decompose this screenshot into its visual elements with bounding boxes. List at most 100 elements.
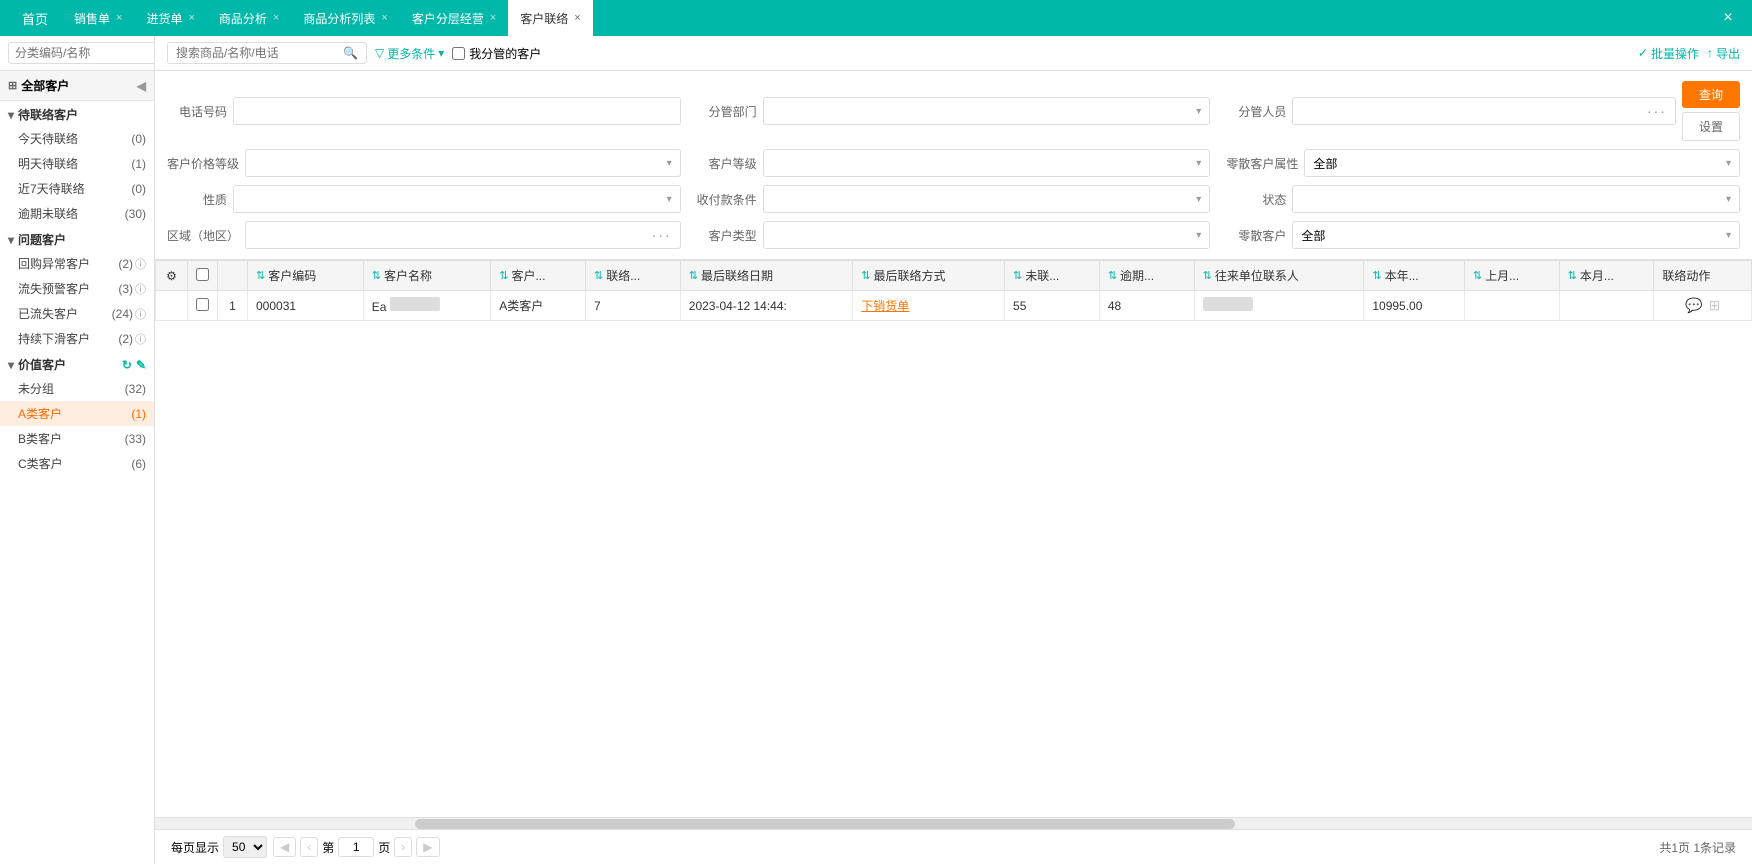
chat-icon[interactable]: 💬 xyxy=(1685,297,1702,314)
filter-input-status[interactable]: ▾ xyxy=(1292,185,1740,213)
filter-input-price-level[interactable]: ▾ xyxy=(245,149,681,177)
nav-item-product-analysis-list[interactable]: 商品分析列表 × xyxy=(291,0,399,36)
sidebar-item-class-a[interactable]: A类客户 (1) xyxy=(0,401,154,426)
sidebar-item-churn-warning[interactable]: 流失预警客户 (3) ⓘ xyxy=(0,276,154,301)
filter-region: 区域（地区） ··· xyxy=(167,221,681,249)
filter-input-manager[interactable]: ··· xyxy=(1292,97,1676,125)
select-all-checkbox[interactable] xyxy=(196,268,209,281)
col-name-sorticon: ⇅ xyxy=(372,269,381,282)
content-area: 🔍 ▽ 更多条件 ▾ 我分管的客户 ✓ 批量操作 ↑ 导出 xyxy=(155,36,1752,864)
refresh-icon[interactable]: ↻ xyxy=(122,358,132,372)
close-purchase-tab[interactable]: × xyxy=(188,12,194,24)
sidebar-item-declining[interactable]: 持续下滑客户 (2) ⓘ xyxy=(0,326,154,351)
sidebar-item-7days[interactable]: 近7天待联络 (0) xyxy=(0,176,154,201)
nav-item-customer-segment[interactable]: 客户分层经营 × xyxy=(400,0,508,36)
filter-payment: 收付款条件 ▾ xyxy=(697,185,1211,213)
masked-name xyxy=(390,297,440,311)
arrow-icon-2: ▾ xyxy=(8,233,14,247)
filter-input-sparse-customer[interactable]: 全部▾ xyxy=(1292,221,1740,249)
edit-icon[interactable]: ✎ xyxy=(136,358,146,372)
row-overdue-cell: 48 xyxy=(1099,291,1194,321)
row-name-cell[interactable]: Ea xyxy=(363,291,490,321)
col-index xyxy=(218,261,248,291)
filter-nature: 性质 ▾ xyxy=(167,185,681,213)
row-checkbox-cell xyxy=(188,291,218,321)
filter-input-nature[interactable]: ▾ xyxy=(233,185,681,213)
more-filter-button[interactable]: ▽ 更多条件 ▾ xyxy=(375,45,444,62)
filter-search-icon[interactable]: 🔍 xyxy=(343,46,358,60)
filter-customer-level: 客户等级 ▾ xyxy=(697,149,1211,177)
pending-contact-section[interactable]: ▾ 待联络客户 xyxy=(0,101,154,126)
scrollbar-thumb[interactable] xyxy=(415,819,1235,829)
per-page-select[interactable]: 50 xyxy=(223,836,267,858)
filter-sparse-customer: 零散客户 全部▾ xyxy=(1226,221,1740,249)
close-sales-tab[interactable]: × xyxy=(116,12,122,24)
collapse-sidebar-icon[interactable]: ◀ xyxy=(137,79,146,93)
first-page-button[interactable]: ◀ xyxy=(273,837,296,857)
sidebar-item-churned[interactable]: 已流失客户 (24) ⓘ xyxy=(0,301,154,326)
sidebar-item-class-c[interactable]: C类客户 (6) xyxy=(0,451,154,476)
filter-input-region[interactable]: ··· xyxy=(245,221,681,249)
close-product-analysis-list-tab[interactable]: × xyxy=(381,12,387,24)
sidebar-item-tomorrow[interactable]: 明天待联络 (1) xyxy=(0,151,154,176)
filter-input-phone[interactable] xyxy=(233,97,681,125)
sidebar-item-class-b[interactable]: B类客户 (33) xyxy=(0,426,154,451)
query-button[interactable]: 查询 xyxy=(1682,81,1740,108)
sidebar-item-unclassified[interactable]: 未分组 (32) xyxy=(0,376,154,401)
close-app-button[interactable]: × xyxy=(1712,2,1744,34)
close-customer-contact-tab[interactable]: × xyxy=(574,12,580,24)
settings-icon[interactable]: ⚙ xyxy=(166,269,177,283)
page-input[interactable] xyxy=(338,837,374,857)
row-last-contact-method-cell[interactable]: 下销货单 xyxy=(853,291,1005,321)
filter-label-sparse-customer: 零散客户 xyxy=(1226,227,1286,244)
close-product-analysis-tab[interactable]: × xyxy=(273,12,279,24)
filter-input-sparse-attr[interactable]: 全部▾ xyxy=(1304,149,1740,177)
sidebar-item-overdue[interactable]: 逾期未联络 (30) xyxy=(0,201,154,226)
nav-item-home[interactable]: 首页 xyxy=(8,0,62,36)
row-action-cell: 💬 ⊞ xyxy=(1654,291,1752,321)
total-info: 共1页 1条记录 xyxy=(1659,839,1736,856)
arrow-icon: ▾ xyxy=(8,108,14,122)
filter-bar: 🔍 ▽ 更多条件 ▾ 我分管的客户 ✓ 批量操作 ↑ 导出 xyxy=(155,36,1752,71)
nav-item-customer-contact[interactable]: 客户联络 × xyxy=(508,0,592,36)
next-page-button[interactable]: › xyxy=(394,837,412,857)
filter-input-customer-level[interactable]: ▾ xyxy=(763,149,1211,177)
sidebar-item-repurchase-abnormal[interactable]: 回购异常客户 (2) ⓘ xyxy=(0,251,154,276)
nav-item-sales[interactable]: 销售单 × xyxy=(62,0,134,36)
col-customertype-sorticon: ⇅ xyxy=(499,269,508,282)
filter-label-sparse-attr: 零散客户属性 xyxy=(1226,155,1298,172)
filter-label-price-level: 客户价格等级 xyxy=(167,155,239,172)
filter-input-dept[interactable]: ▾ xyxy=(763,97,1211,125)
col-customer-type: ⇅ 客户... xyxy=(491,261,586,291)
info-icon-4: ⓘ xyxy=(135,331,146,347)
nav-item-purchase[interactable]: 进货单 × xyxy=(134,0,206,36)
sidebar-item-today[interactable]: 今天待联络 (0) xyxy=(0,126,154,151)
prev-page-button[interactable]: ‹ xyxy=(300,837,318,857)
nav-item-product-analysis[interactable]: 商品分析 × xyxy=(207,0,291,36)
bulk-op-button[interactable]: ✓ 批量操作 xyxy=(1638,45,1699,62)
export-button[interactable]: ↑ 导出 xyxy=(1707,45,1740,62)
table-row: 1 000031 Ea A类客户 7 2023-04-12 14:44: 下销货… xyxy=(156,291,1752,321)
close-customer-segment-tab[interactable]: × xyxy=(490,12,496,24)
horizontal-scrollbar[interactable] xyxy=(155,817,1752,829)
settings-button[interactable]: 设置 xyxy=(1682,112,1740,141)
status-arrow-icon: ▾ xyxy=(1726,194,1731,205)
data-table-container: ⚙ ⇅ 客户编码 xyxy=(155,260,1752,817)
my-customer-checkbox[interactable] xyxy=(452,47,465,60)
row-checkbox[interactable] xyxy=(196,298,209,311)
col-settings[interactable]: ⚙ xyxy=(156,261,188,291)
filter-input-customer-type[interactable]: ▾ xyxy=(763,221,1211,249)
last-page-button[interactable]: ▶ xyxy=(416,837,439,857)
filter-input-payment[interactable]: ▾ xyxy=(763,185,1211,213)
sidebar-search-input[interactable] xyxy=(8,42,155,64)
filter-label-manager: 分管人员 xyxy=(1226,103,1286,120)
filter-search-input[interactable] xyxy=(176,46,343,60)
col-contact-sorticon: ⇅ xyxy=(594,269,603,282)
problem-customers-section[interactable]: ▾ 问题客户 xyxy=(0,226,154,251)
pager: ◀ ‹ 第 页 › ▶ xyxy=(273,837,440,857)
value-customers-section[interactable]: ▾ 价值客户 ↻ ✎ xyxy=(0,351,154,376)
col-unit-contact: ⇅ 往来单位联系人 xyxy=(1194,261,1364,291)
qr-icon[interactable]: ⊞ xyxy=(1709,297,1721,314)
info-icon-3: ⓘ xyxy=(135,306,146,322)
all-customers-header[interactable]: ⊞ 全部客户 ◀ xyxy=(0,71,154,101)
